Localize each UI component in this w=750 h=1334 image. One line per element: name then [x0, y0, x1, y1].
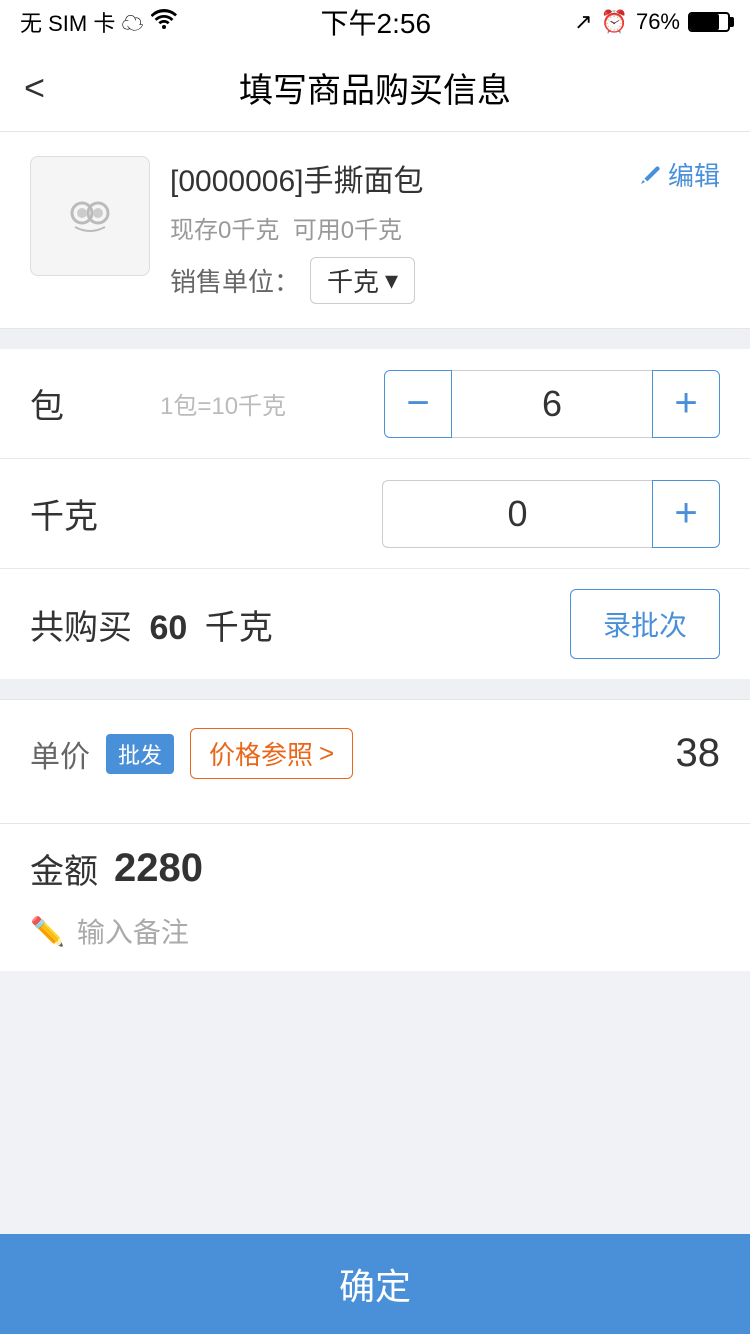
amount-value: 2280 — [114, 846, 203, 891]
status-right: ↗ ⏰ 76% — [574, 9, 730, 35]
section-divider-2 — [0, 679, 750, 699]
product-thumbnail — [30, 156, 150, 276]
price-label: 单价 — [30, 732, 90, 776]
confirm-button[interactable]: 确定 — [0, 1234, 750, 1334]
price-row: 单价 批发 价格参照 > 38 — [30, 728, 720, 779]
package-plus-button[interactable]: + — [652, 370, 720, 438]
edit-label: 编辑 — [668, 156, 720, 193]
location-icon: ↗ — [574, 9, 592, 35]
amount-section: 金额 2280 ✏️ 输入备注 — [0, 823, 750, 971]
alarm-icon: ⏰ — [601, 9, 628, 35]
battery-icon — [688, 12, 730, 32]
product-info: [0000006]手撕面包 编辑 现存0千克 可用0千克 销售单位： 千克 ▾ — [170, 156, 720, 304]
total-row: 共购买 60 千克 录批次 — [0, 569, 750, 679]
status-left: 无 SIM 卡 ☁ — [20, 6, 177, 38]
package-label: 包 — [30, 379, 150, 428]
product-card: [0000006]手撕面包 编辑 现存0千克 可用0千克 销售单位： 千克 ▾ — [0, 132, 750, 329]
wifi-icon — [151, 9, 177, 35]
status-time: 下午2:56 — [321, 2, 432, 42]
note-placeholder: 输入备注 — [77, 911, 189, 951]
page-title: 填写商品购买信息 — [239, 63, 511, 112]
edit-button[interactable]: 编辑 — [640, 156, 720, 193]
status-bar: 无 SIM 卡 ☁ 下午2:56 ↗ ⏰ 76% — [0, 0, 750, 44]
pencil-icon: ✏️ — [30, 915, 65, 948]
amount-label: 金额 — [30, 844, 98, 893]
back-button[interactable]: < — [24, 67, 45, 109]
kg-qty-input[interactable] — [382, 480, 652, 548]
total-qty: 60 — [149, 609, 187, 647]
package-input-row: 包 1包=10千克 − + — [0, 349, 750, 459]
nav-bar: < 填写商品购买信息 — [0, 44, 750, 132]
amount-row: 金额 2280 — [30, 844, 720, 893]
kg-plus-button[interactable]: + — [652, 480, 720, 548]
note-row[interactable]: ✏️ 输入备注 — [30, 911, 720, 951]
package-minus-button[interactable]: − — [384, 370, 452, 438]
product-stock: 现存0千克 可用0千克 — [170, 210, 720, 245]
kg-input-row: 千克 + — [0, 459, 750, 569]
input-section: 包 1包=10千克 − + 千克 + 共购买 60 千克 录批次 — [0, 349, 750, 679]
sim-label: 无 SIM 卡 ☁ — [20, 6, 143, 38]
unit-select[interactable]: 千克 ▾ — [310, 257, 415, 304]
confirm-btn-text: 确定 — [339, 1258, 411, 1310]
price-tag: 批发 — [106, 734, 174, 774]
package-hint: 1包=10千克 — [160, 386, 384, 421]
product-name: [0000006]手撕面包 — [170, 156, 423, 200]
kg-qty-control: + — [382, 480, 720, 548]
batch-button[interactable]: 录批次 — [570, 589, 720, 659]
package-qty-control: − + — [384, 370, 720, 438]
price-value: 38 — [676, 731, 721, 776]
price-section: 单价 批发 价格参照 > 38 — [0, 699, 750, 823]
kg-label: 千克 — [30, 489, 150, 538]
price-ref-button[interactable]: 价格参照 > — [190, 728, 353, 779]
package-qty-input[interactable] — [452, 370, 652, 438]
total-text: 共购买 60 千克 — [30, 600, 273, 649]
unit-label: 销售单位： — [170, 262, 300, 299]
product-unit-row: 销售单位： 千克 ▾ — [170, 257, 720, 304]
section-divider-1 — [0, 329, 750, 349]
battery-percentage: 76% — [636, 9, 680, 35]
